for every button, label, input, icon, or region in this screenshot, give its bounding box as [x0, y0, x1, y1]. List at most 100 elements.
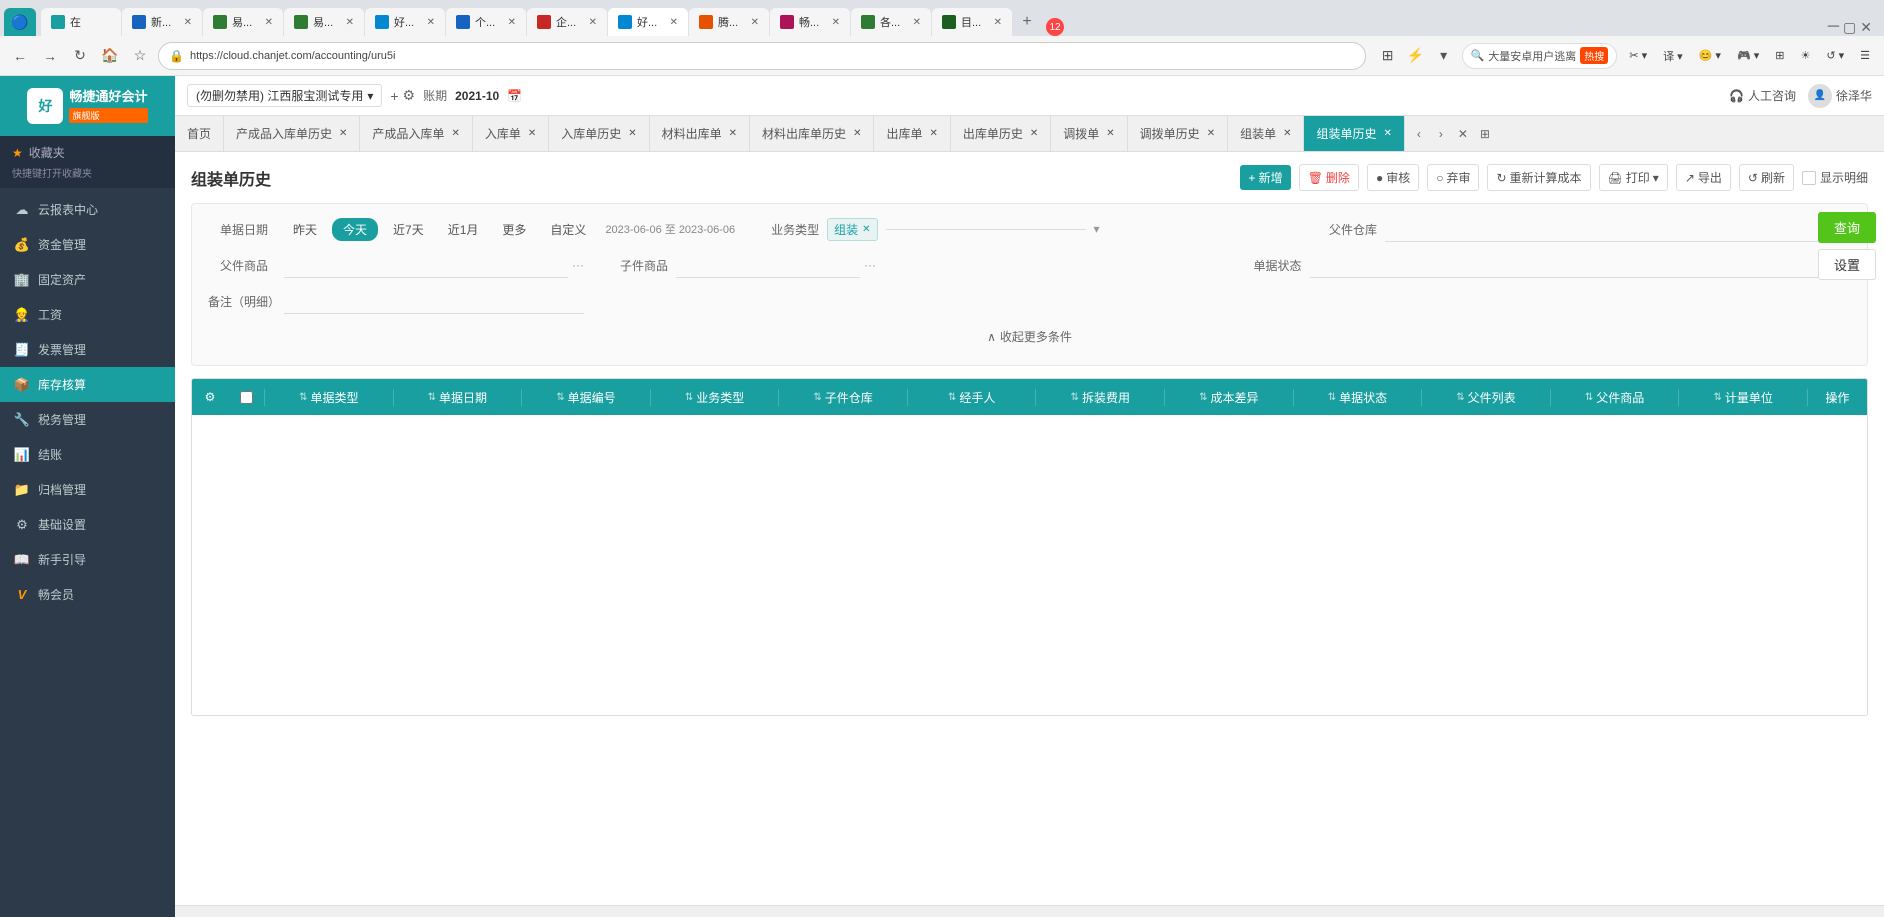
- th-bill-date[interactable]: ⇅ 单据日期: [393, 389, 522, 406]
- qr-button[interactable]: ⊞: [1376, 44, 1400, 68]
- tab-3-close[interactable]: ✕: [265, 17, 273, 28]
- nav-tab-material-out-history[interactable]: 材料出库单历史 ✕: [750, 116, 874, 151]
- tab-6[interactable]: 个... ✕: [446, 8, 526, 36]
- url-bar[interactable]: 🔒 https://cloud.chanjet.com/accounting/u…: [158, 42, 1366, 70]
- nav-tab-assembly-history-close[interactable]: ✕: [1384, 128, 1392, 139]
- custom-date-btn[interactable]: 自定义: [541, 218, 595, 241]
- maximize-button[interactable]: ▢: [1843, 19, 1856, 36]
- tab-2[interactable]: 新... ✕: [122, 8, 202, 36]
- query-button[interactable]: 查询: [1818, 212, 1876, 243]
- month-btn[interactable]: 近1月: [439, 218, 488, 241]
- delete-button[interactable]: 🗑 删除: [1299, 164, 1359, 191]
- nav-tab-product-in-history-close[interactable]: ✕: [339, 128, 347, 139]
- nav-tab-stock-out[interactable]: 出库单 ✕: [874, 116, 950, 151]
- back-button[interactable]: ←: [8, 44, 32, 68]
- tab-11-close[interactable]: ✕: [913, 17, 921, 28]
- setting-button[interactable]: 设置: [1818, 249, 1876, 280]
- th-cost-diff[interactable]: ⇅ 成本差异: [1164, 389, 1293, 406]
- th-business-type[interactable]: ⇅ 业务类型: [650, 389, 779, 406]
- forward-button[interactable]: →: [38, 44, 62, 68]
- nav-tab-product-in-close[interactable]: ✕: [451, 128, 459, 139]
- bottom-scrollbar[interactable]: [175, 905, 1884, 917]
- tab-1[interactable]: 在: [41, 8, 121, 36]
- tab-add-button[interactable]: +: [1013, 8, 1041, 36]
- lightning-button[interactable]: ⚡: [1404, 44, 1428, 68]
- refresh-page-button[interactable]: ↺ 刷新: [1739, 164, 1794, 191]
- nav-tab-stock-in-history-close[interactable]: ✕: [628, 128, 636, 139]
- nav-tab-assembly-history[interactable]: 组装单历史 ✕: [1304, 116, 1404, 151]
- tab-9[interactable]: 腾... ✕: [689, 8, 769, 36]
- th-bill-no[interactable]: ⇅ 单据编号: [521, 389, 650, 406]
- nav-tab-transfer-history-close[interactable]: ✕: [1207, 128, 1215, 139]
- nav-tab-stock-out-close[interactable]: ✕: [929, 128, 937, 139]
- th-checkbox[interactable]: [228, 391, 264, 404]
- nav-tab-stock-out-history-close[interactable]: ✕: [1030, 128, 1038, 139]
- bill-status-select[interactable]: [1310, 252, 1837, 278]
- home-button[interactable]: 🏠: [98, 44, 122, 68]
- export-button[interactable]: ↗ 导出: [1676, 164, 1731, 191]
- tab-8[interactable]: 好... ✕: [608, 8, 688, 36]
- menu-item-salary[interactable]: 👷 工资: [0, 297, 175, 332]
- user-info[interactable]: 👤 徐泽华: [1808, 84, 1872, 108]
- nav-tab-stock-in-close[interactable]: ✕: [528, 128, 536, 139]
- translate-tool[interactable]: 译 ▾: [1657, 46, 1689, 66]
- menu-item-inventory[interactable]: 📦 库存核算: [0, 367, 175, 402]
- recalculate-button[interactable]: ↻ 重新计算成本: [1487, 164, 1590, 191]
- tab-4[interactable]: 易... ✕: [284, 8, 364, 36]
- tab-10-close[interactable]: ✕: [832, 17, 840, 28]
- today-btn[interactable]: 今天: [332, 218, 378, 241]
- grid-tool[interactable]: ⊞: [1769, 47, 1790, 64]
- tab-3[interactable]: 易... ✕: [203, 8, 283, 36]
- nav-tab-product-in-history[interactable]: 产成品入库单历史 ✕: [224, 116, 360, 151]
- collapse-button[interactable]: ∧ 收起更多条件: [208, 324, 1851, 349]
- menu-item-basic-settings[interactable]: ⚙ 基础设置: [0, 507, 175, 542]
- th-parent-goods[interactable]: ⇅ 父件商品: [1550, 389, 1679, 406]
- nav-tab-product-in[interactable]: 产成品入库单 ✕: [360, 116, 472, 151]
- th-bill-type[interactable]: ⇅ 单据类型: [264, 389, 393, 406]
- menu-item-cloud-reports[interactable]: ☁ 云报表中心: [0, 192, 175, 227]
- tab-12-close[interactable]: ✕: [994, 17, 1002, 28]
- menu-item-invoice[interactable]: 🧾 发票管理: [0, 332, 175, 367]
- nav-tab-material-out[interactable]: 材料出库单 ✕: [650, 116, 750, 151]
- tab-8-close[interactable]: ✕: [670, 17, 678, 28]
- nav-tab-material-out-close[interactable]: ✕: [729, 128, 737, 139]
- add-company-button[interactable]: +: [390, 88, 398, 104]
- menu-item-closing[interactable]: 📊 结账: [0, 437, 175, 472]
- add-button[interactable]: + 新增: [1240, 165, 1290, 190]
- tab-2-close[interactable]: ✕: [184, 17, 192, 28]
- child-goods-dots[interactable]: ···: [864, 258, 876, 272]
- nav-tab-material-out-history-close[interactable]: ✕: [853, 128, 861, 139]
- favorites-header[interactable]: ★ 收藏夹: [12, 144, 163, 161]
- tab-6-close[interactable]: ✕: [508, 17, 516, 28]
- menu-item-capital[interactable]: 💰 资金管理: [0, 227, 175, 262]
- emoji-tool[interactable]: 😊 ▾: [1693, 47, 1727, 64]
- th-parent-list[interactable]: ⇅ 父件列表: [1421, 389, 1550, 406]
- nav-tab-stock-in-history[interactable]: 入库单历史 ✕: [549, 116, 649, 151]
- child-goods-input[interactable]: [676, 252, 860, 278]
- settings-company-button[interactable]: ⚙: [403, 87, 416, 104]
- minimize-button[interactable]: ─: [1828, 18, 1839, 36]
- nav-tab-home[interactable]: 首页: [175, 116, 224, 151]
- dropdown-button[interactable]: ▾: [1432, 44, 1456, 68]
- tab-4-close[interactable]: ✕: [346, 17, 354, 28]
- nav-tab-transfer-close[interactable]: ✕: [1106, 128, 1114, 139]
- favorites-sub[interactable]: 快捷键打开收藏夹: [12, 165, 163, 180]
- search-box[interactable]: 🔍 大量安卓用户逃离 热搜: [1462, 43, 1618, 69]
- more-date-btn[interactable]: 更多: [493, 218, 535, 241]
- review-button[interactable]: ● 审核: [1367, 164, 1419, 191]
- th-bill-status[interactable]: ⇅ 单据状态: [1293, 389, 1422, 406]
- nav-close-tab[interactable]: ✕: [1453, 124, 1473, 144]
- nav-scroll-left[interactable]: ‹: [1409, 124, 1429, 144]
- parent-goods-dots[interactable]: ···: [572, 258, 584, 272]
- company-selector[interactable]: (勿删勿禁用) 江西服宝测试专用 ▾: [187, 84, 382, 107]
- th-unit[interactable]: ⇅ 计量单位: [1678, 389, 1807, 406]
- th-settings[interactable]: ⚙: [192, 390, 228, 404]
- nav-tab-transfer-history[interactable]: 调拨单历史 ✕: [1128, 116, 1228, 151]
- print-button[interactable]: 🖨 打印 ▾: [1599, 164, 1668, 191]
- nav-tab-stock-out-history[interactable]: 出库单历史 ✕: [951, 116, 1051, 151]
- menu-item-guide[interactable]: 📖 新手引导: [0, 542, 175, 577]
- tab-5-close[interactable]: ✕: [427, 17, 435, 28]
- tab-10[interactable]: 畅... ✕: [770, 8, 850, 36]
- nav-tab-transfer[interactable]: 调拨单 ✕: [1051, 116, 1127, 151]
- abandon-button[interactable]: ○ 弃审: [1427, 164, 1479, 191]
